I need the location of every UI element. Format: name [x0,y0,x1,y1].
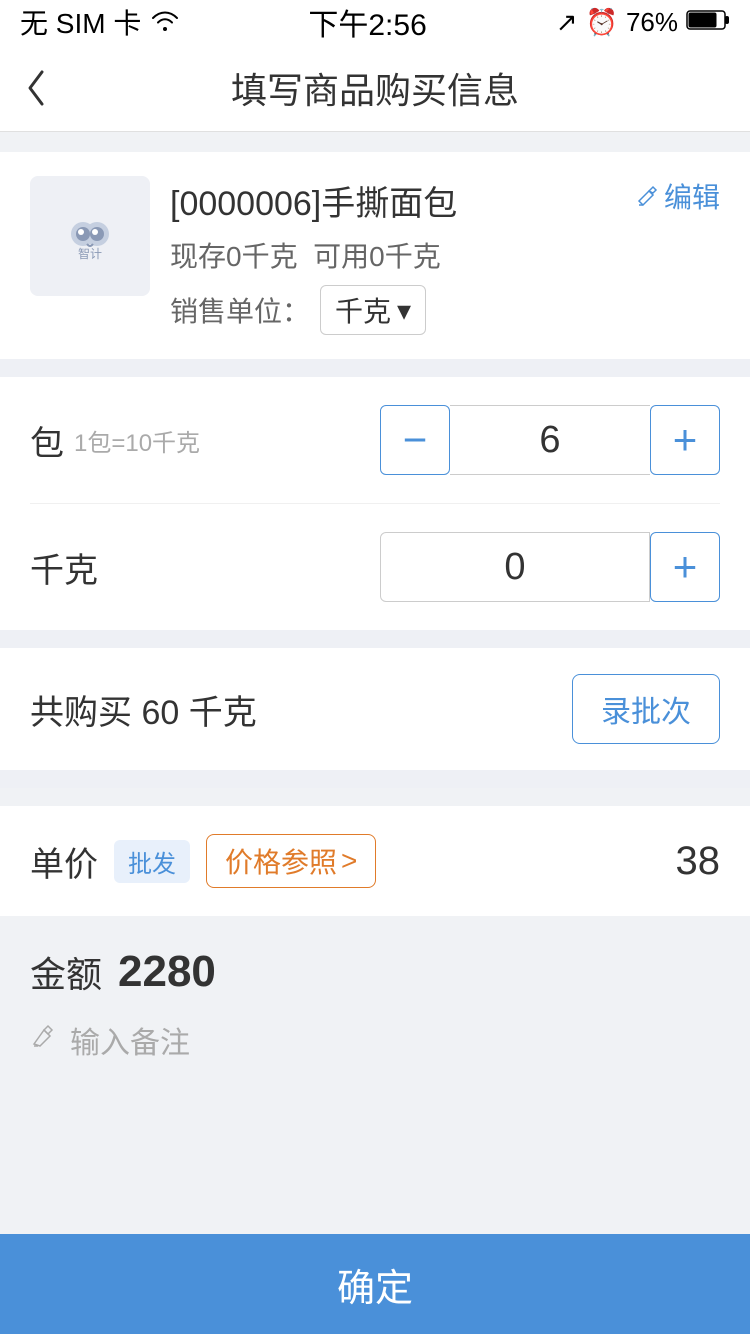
status-bar: 无 SIM 卡 下午2:56 ↗ ⏰ 76% [0,0,750,44]
product-image: 智计 [30,176,150,296]
qty-minus-btn-1[interactable]: − [380,405,450,475]
qty-plus-btn-2[interactable]: + [650,532,720,602]
product-name: [0000006]手撕面包 [170,176,457,225]
row1-label-group: 包 1包=10千克 [30,416,200,465]
qty-control-2: + [380,532,720,602]
qty-input-2[interactable] [380,532,650,602]
status-time: 下午2:56 [308,0,426,44]
batch-button[interactable]: 录批次 [572,674,720,744]
confirm-button[interactable]: 确定 [0,1234,750,1334]
edit-button[interactable]: 编辑 [636,176,720,216]
product-info: [0000006]手撕面包 编辑 现存0千克 可用0千克 销售单位： 千克 [170,176,720,335]
unit-hint-1: 1包=10千克 [74,423,200,458]
qty-input-1[interactable] [450,405,650,475]
chevron-down-icon: ▾ [397,294,411,327]
total-value: 60 [141,694,179,732]
price-label: 单价 [30,837,98,886]
unit-label-1: 包 [30,416,64,465]
amount-label: 金额 [30,946,102,998]
qty-control-1: − + [380,405,720,475]
status-right: ↗ ⏰ 76% [556,7,730,38]
quantity-row-1: 包 1包=10千克 − + [30,377,720,504]
amount-section: 金额 2280 输入备注 [0,916,750,1072]
pencil-icon [30,1022,58,1058]
nav-bar: 填写商品购买信息 [0,44,750,132]
price-type-badge: 批发 [114,840,190,883]
back-button[interactable] [24,68,48,108]
price-value: 38 [676,839,721,884]
svg-text:智计: 智计 [78,246,102,261]
total-section: 共购买 60 千克 录批次 [0,648,750,770]
product-name-row: [0000006]手撕面包 编辑 [170,176,720,225]
unit-label-2: 千克 [30,543,98,592]
battery-text: 76% [626,7,678,38]
row2-label-group: 千克 [30,543,98,592]
location-icon: ↗ [556,7,578,38]
amount-value: 2280 [118,947,216,997]
quantity-row-2: 千克 + [30,504,720,630]
note-row[interactable]: 输入备注 [30,1018,720,1062]
confirm-label: 确定 [337,1257,413,1312]
price-section: 单价 批发 价格参照 > 38 [0,806,750,916]
main-content: 智计 [0000006]手撕面包 编辑 现存0千克 可用0千克 销售 [0,152,750,1172]
carrier-text: 无 SIM 卡 [20,2,141,42]
status-left: 无 SIM 卡 [20,2,179,42]
battery-icon [686,7,730,38]
divider-1 [0,359,750,377]
alarm-icon: ⏰ [586,7,618,38]
edit-label: 编辑 [664,176,720,216]
price-ref-button[interactable]: 价格参照 > [206,834,376,888]
product-stock: 现存0千克 可用0千克 [170,235,720,275]
divider-3 [0,770,750,788]
qty-plus-btn-1[interactable]: + [650,405,720,475]
unit-select[interactable]: 千克 ▾ [320,285,426,335]
divider-2 [0,630,750,648]
page-title: 填写商品购买信息 [231,62,519,114]
unit-label: 销售单位： [170,290,310,330]
amount-row: 金额 2280 [30,946,720,998]
wifi-icon [151,6,179,38]
chevron-right-icon: > [341,845,357,877]
quantity-section: 包 1包=10千克 − + 千克 + [0,377,750,630]
note-label: 输入备注 [70,1018,190,1062]
total-text: 共购买 60 千克 [30,685,257,734]
product-unit-row: 销售单位： 千克 ▾ [170,285,720,335]
product-card: 智计 [0000006]手撕面包 编辑 现存0千克 可用0千克 销售 [0,152,750,359]
